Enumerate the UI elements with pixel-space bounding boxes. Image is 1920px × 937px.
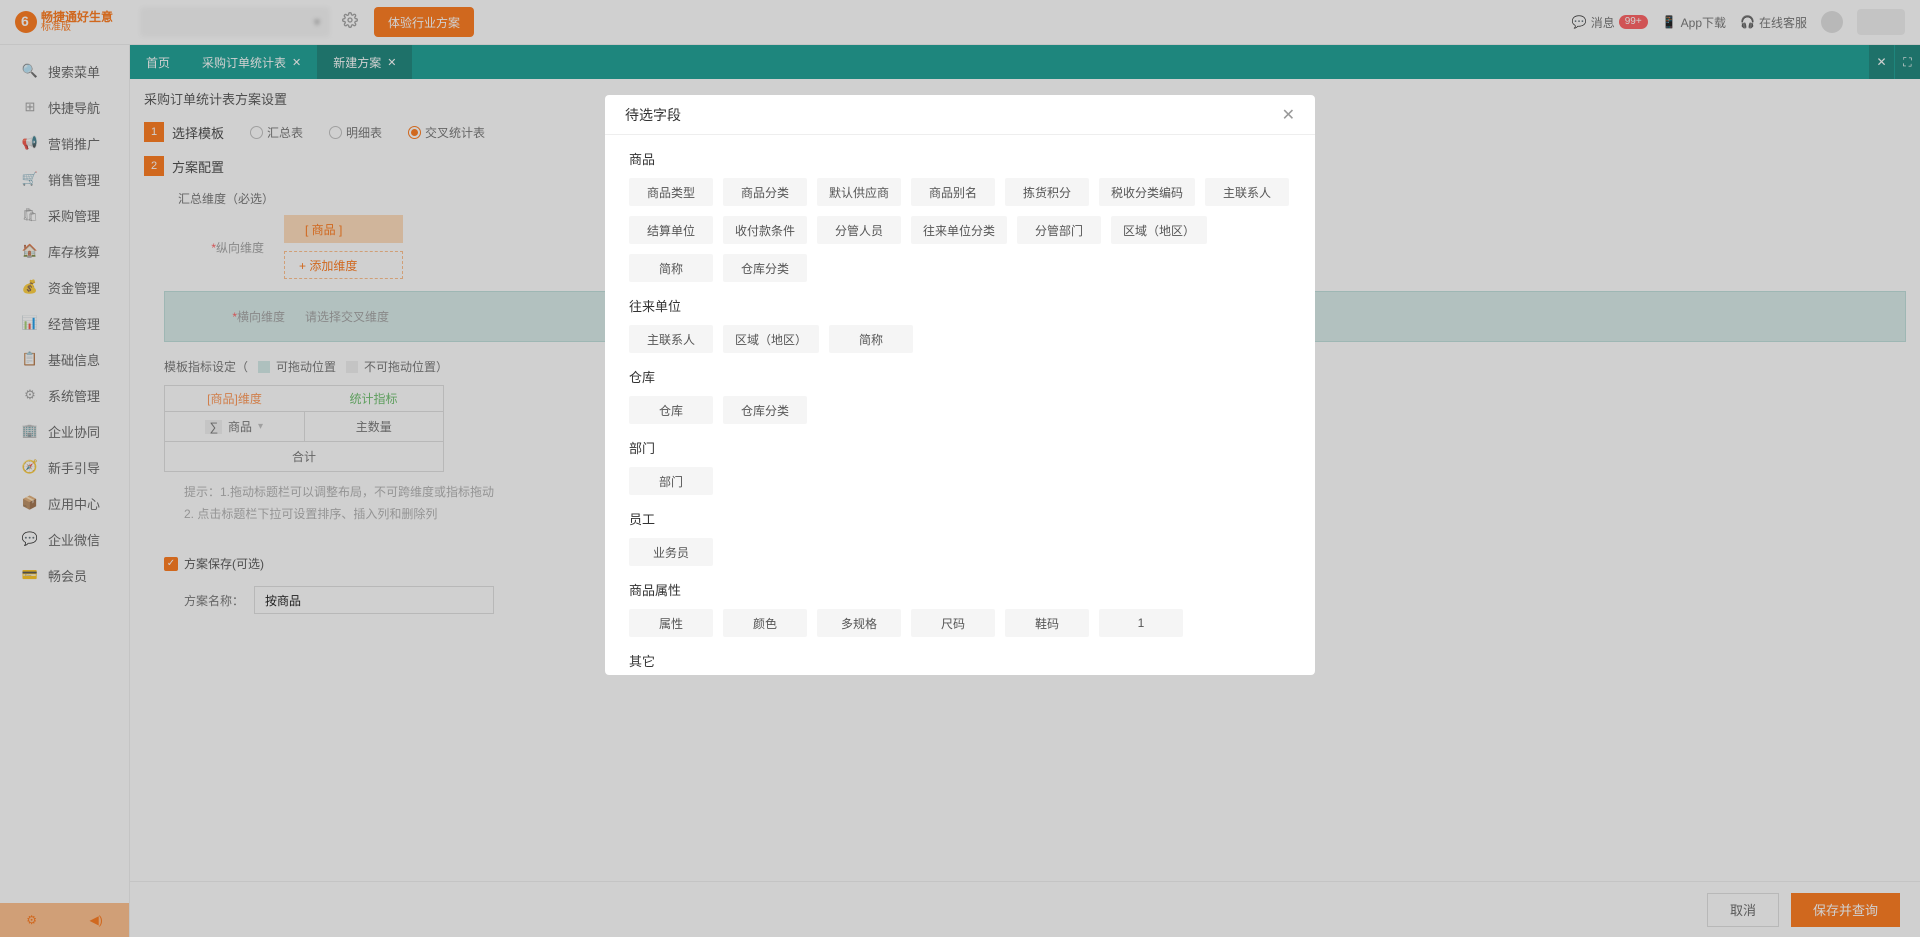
field-chip[interactable]: 税收分类编码 bbox=[1099, 178, 1195, 206]
field-group-0: 商品商品类型商品分类默认供应商商品别名拣货积分税收分类编码主联系人结算单位收付款… bbox=[629, 149, 1291, 282]
field-chip[interactable]: 主联系人 bbox=[629, 325, 713, 353]
modal-overlay[interactable]: 待选字段 ✕ 商品商品类型商品分类默认供应商商品别名拣货积分税收分类编码主联系人… bbox=[0, 0, 1920, 937]
field-chip[interactable]: 结算单位 bbox=[629, 216, 713, 244]
field-chip[interactable]: 鞋码 bbox=[1005, 609, 1089, 637]
field-chip[interactable]: 业务员 bbox=[629, 538, 713, 566]
close-icon[interactable]: ✕ bbox=[1282, 105, 1295, 125]
field-chip[interactable]: 商品类型 bbox=[629, 178, 713, 206]
field-chip[interactable]: 商品别名 bbox=[911, 178, 995, 206]
field-chip[interactable]: 区域（地区） bbox=[723, 325, 819, 353]
field-chip[interactable]: 默认供应商 bbox=[817, 178, 901, 206]
field-group-title: 商品属性 bbox=[629, 580, 1291, 599]
field-chip[interactable]: 尺码 bbox=[911, 609, 995, 637]
field-chip[interactable]: 收付款条件 bbox=[723, 216, 807, 244]
field-group-title: 员工 bbox=[629, 509, 1291, 528]
field-chip[interactable]: 分管部门 bbox=[1017, 216, 1101, 244]
modal-title: 待选字段 bbox=[625, 105, 681, 125]
field-group-2: 仓库仓库仓库分类 bbox=[629, 367, 1291, 424]
field-chip[interactable]: 简称 bbox=[629, 254, 713, 282]
field-group-title: 商品 bbox=[629, 149, 1291, 168]
field-chip[interactable]: 仓库分类 bbox=[723, 254, 807, 282]
field-chip[interactable]: 仓库 bbox=[629, 396, 713, 424]
field-group-title: 部门 bbox=[629, 438, 1291, 457]
field-group-title: 仓库 bbox=[629, 367, 1291, 386]
field-chip[interactable]: 分管人员 bbox=[817, 216, 901, 244]
field-chip[interactable]: 多规格 bbox=[817, 609, 901, 637]
field-chip[interactable]: 往来单位分类 bbox=[911, 216, 1007, 244]
fields-modal: 待选字段 ✕ 商品商品类型商品分类默认供应商商品别名拣货积分税收分类编码主联系人… bbox=[605, 95, 1315, 675]
field-chip[interactable]: 拣货积分 bbox=[1005, 178, 1089, 206]
field-chip[interactable]: 简称 bbox=[829, 325, 913, 353]
field-chip[interactable]: 仓库分类 bbox=[723, 396, 807, 424]
field-group-3: 部门部门 bbox=[629, 438, 1291, 495]
field-group-6: 其它单据日期项目 bbox=[629, 651, 1291, 675]
field-chip[interactable]: 部门 bbox=[629, 467, 713, 495]
field-group-title: 其它 bbox=[629, 651, 1291, 670]
field-chip[interactable]: 商品分类 bbox=[723, 178, 807, 206]
field-group-1: 往来单位主联系人区域（地区） 简称 bbox=[629, 296, 1291, 353]
field-chip[interactable]: 属性 bbox=[629, 609, 713, 637]
field-group-5: 商品属性属性颜色多规格尺码鞋码 1 bbox=[629, 580, 1291, 637]
field-group-4: 员工业务员 bbox=[629, 509, 1291, 566]
field-chip[interactable]: 1 bbox=[1099, 609, 1183, 637]
field-chip[interactable]: 主联系人 bbox=[1205, 178, 1289, 206]
field-group-title: 往来单位 bbox=[629, 296, 1291, 315]
field-chip[interactable]: 颜色 bbox=[723, 609, 807, 637]
field-chip[interactable]: 区域（地区） bbox=[1111, 216, 1207, 244]
